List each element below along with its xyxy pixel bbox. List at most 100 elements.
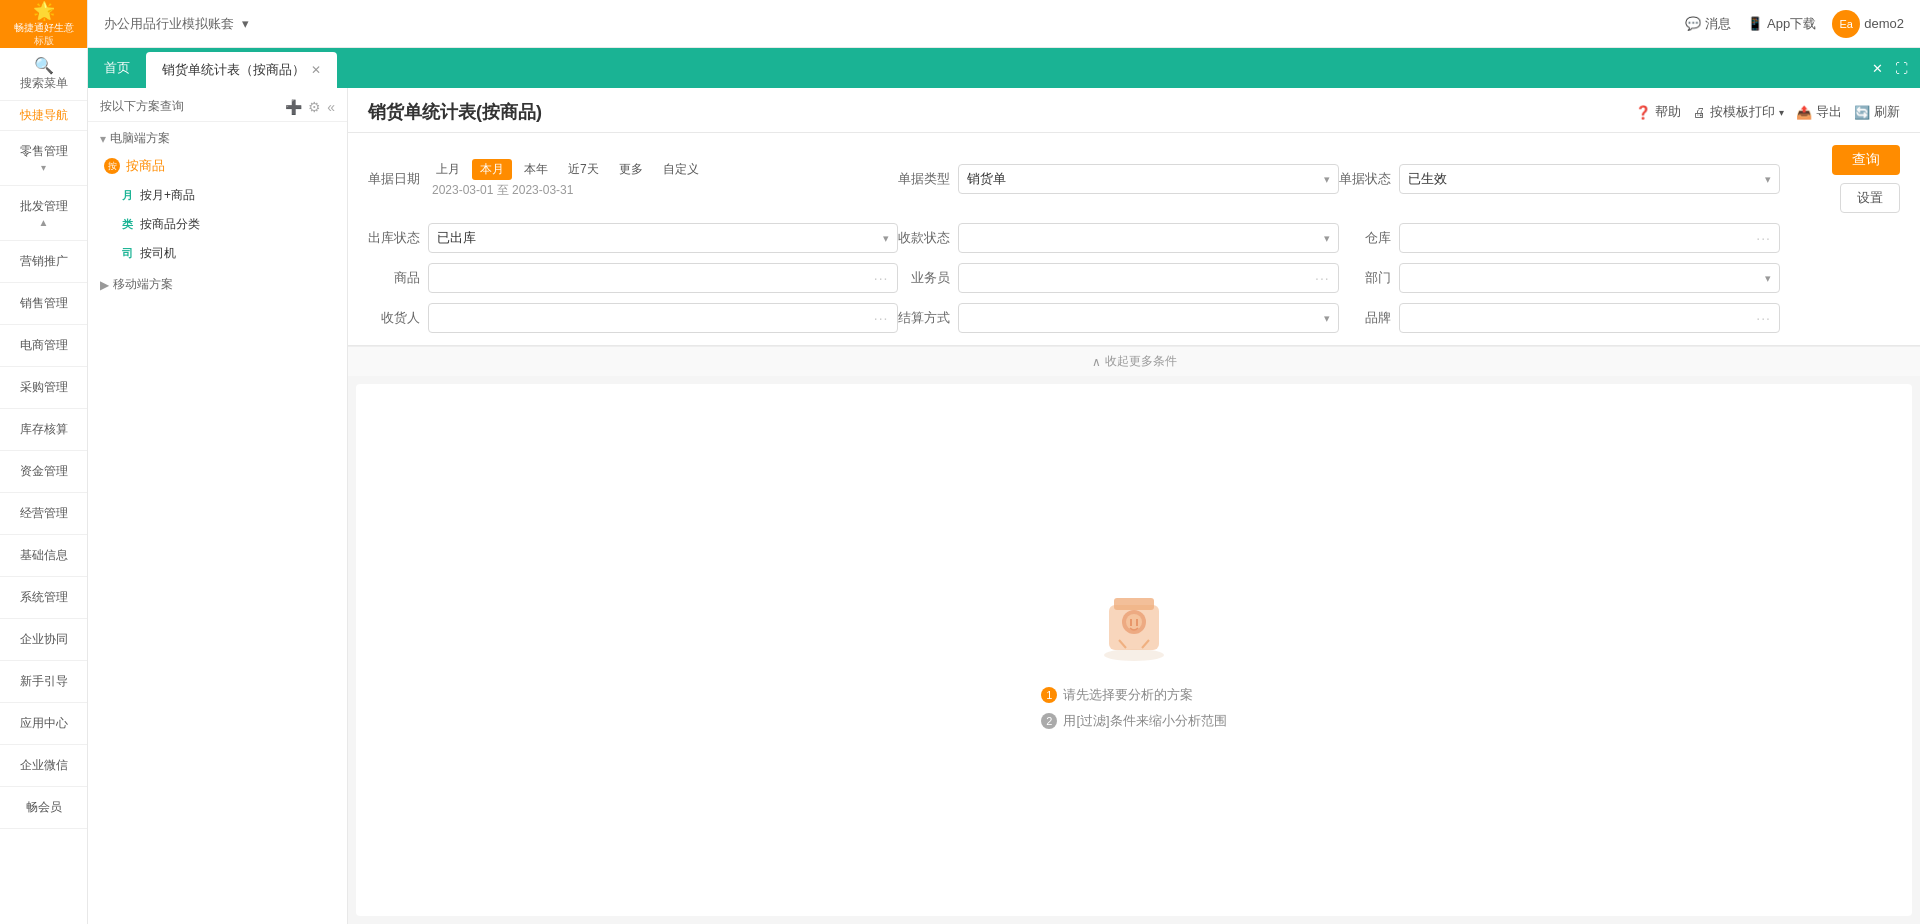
- sidebar-item-retail[interactable]: 零售管理 ▾: [0, 131, 87, 186]
- collapse-panel-icon[interactable]: «: [327, 99, 335, 115]
- date-btn-this-month[interactable]: 本月: [472, 159, 512, 180]
- brand-input[interactable]: ···: [1399, 303, 1780, 333]
- tree-item-by-category[interactable]: 类 按商品分类: [88, 210, 347, 239]
- warehouse-label: 仓库: [1339, 229, 1399, 247]
- sidebar-item-sales[interactable]: 销售管理: [0, 283, 87, 325]
- sidebar-item-appcenter[interactable]: 应用中心: [0, 703, 87, 745]
- tab-home[interactable]: 首页: [88, 48, 146, 88]
- tab-home-label: 首页: [104, 59, 130, 77]
- tree-item-by-product[interactable]: 按 按商品: [88, 151, 347, 181]
- dept-input[interactable]: ▾: [1399, 263, 1780, 293]
- sidebar-item-wholesale[interactable]: 批发管理 ▲: [0, 186, 87, 241]
- tab-sales-stat[interactable]: 销货单统计表（按商品） ✕: [146, 52, 337, 88]
- logo-text: 畅捷通好生意: [14, 22, 74, 34]
- filter-out-status: 出库状态 已出库 ▾: [368, 223, 898, 253]
- date-btn-custom[interactable]: 自定义: [655, 159, 707, 180]
- window-maximize-icon[interactable]: ⛶: [1895, 61, 1908, 76]
- warehouse-input[interactable]: ···: [1399, 223, 1780, 253]
- app-download-btn[interactable]: 📱 App下载: [1747, 15, 1816, 33]
- help-btn[interactable]: ❓ 帮助: [1635, 103, 1681, 121]
- page-title: 销货单统计表(按商品): [368, 100, 542, 124]
- quick-nav-item[interactable]: 快捷导航: [0, 101, 87, 131]
- collapse-up-icon: ∧: [1092, 355, 1101, 369]
- tree-item-by-driver[interactable]: 司 按司机: [88, 239, 347, 268]
- out-status-arrow: ▾: [883, 232, 889, 245]
- tree-item-by-month-product[interactable]: 月 按月+商品: [88, 181, 347, 210]
- product-input[interactable]: ···: [428, 263, 898, 293]
- sidebar-item-ecommerce[interactable]: 电商管理: [0, 325, 87, 367]
- receipt-status-input[interactable]: ▾: [958, 223, 1339, 253]
- sidebar-item-finance[interactable]: 资金管理: [0, 451, 87, 493]
- top-header: 办公用品行业模拟账套 ▾ 💬 消息 📱 App下载 Ea demo2: [88, 0, 1920, 48]
- edit-scheme-icon[interactable]: ⚙: [308, 99, 321, 115]
- sidebar-item-wechat[interactable]: 企业微信: [0, 745, 87, 787]
- template-print-btn[interactable]: 🖨 按模板打印 ▾: [1693, 103, 1784, 121]
- search-label: 搜索菜单: [0, 75, 87, 92]
- salesperson-input[interactable]: ···: [958, 263, 1339, 293]
- tab-bar: 首页 销货单统计表（按商品） ✕ ✕ ⛶: [88, 48, 1920, 88]
- logo-icon: 🌟: [33, 0, 55, 22]
- salesperson-label: 业务员: [898, 269, 958, 287]
- sidebar-item-marketing[interactable]: 营销推广: [0, 241, 87, 283]
- date-btn-last-month[interactable]: 上月: [428, 159, 468, 180]
- user-profile-btn[interactable]: Ea demo2: [1832, 10, 1904, 38]
- sidebar-item-enterprise[interactable]: 企业协同: [0, 619, 87, 661]
- message-icon: 💬: [1685, 16, 1701, 31]
- set-button[interactable]: 设置: [1840, 183, 1900, 213]
- recipient-input[interactable]: ···: [428, 303, 898, 333]
- sidebar-logo[interactable]: 🌟 畅捷通好生意 标版: [0, 0, 87, 48]
- export-btn[interactable]: 📤 导出: [1796, 103, 1842, 121]
- add-scheme-icon[interactable]: ➕: [285, 99, 302, 115]
- doc-type-value: 销货单: [967, 170, 1006, 188]
- left-panel-title: 按以下方案查询: [100, 98, 184, 115]
- brand-dots: ···: [1756, 310, 1771, 326]
- wholesale-label: 批发管理: [20, 198, 68, 215]
- content-area: 按以下方案查询 ➕ ⚙ « ▾ 电脑端方案 按 按商品 月 按月+商: [88, 88, 1920, 924]
- filter-receipt-status: 收款状态 ▾: [898, 223, 1339, 253]
- date-btn-this-year[interactable]: 本年: [516, 159, 556, 180]
- message-btn[interactable]: 💬 消息: [1685, 15, 1731, 33]
- sidebar-item-operation[interactable]: 经营管理: [0, 493, 87, 535]
- sidebar-item-inventory[interactable]: 库存核算: [0, 409, 87, 451]
- query-button[interactable]: 查询: [1832, 145, 1900, 175]
- message-label: 消息: [1705, 15, 1731, 33]
- filter-recipient: 收货人 ···: [368, 303, 898, 333]
- brand-label: 品牌: [1339, 309, 1399, 327]
- doc-status-input[interactable]: 已生效 ▾: [1399, 164, 1780, 194]
- collapse-bar[interactable]: ∧ 收起更多条件: [348, 346, 1920, 376]
- help-label: 帮助: [1655, 103, 1681, 121]
- tip-1: 1 请先选择要分析的方案: [1041, 686, 1226, 704]
- driver-label: 按司机: [140, 245, 176, 262]
- svg-point-0: [1104, 649, 1164, 661]
- pc-section[interactable]: ▾ 电脑端方案: [88, 122, 347, 151]
- tip-1-label: 请先选择要分析的方案: [1063, 686, 1193, 704]
- tab-close-icon[interactable]: ✕: [311, 63, 321, 77]
- appcenter-label: 应用中心: [20, 715, 68, 732]
- app-download-label: App下载: [1767, 15, 1816, 33]
- driver-icon: 司: [120, 247, 134, 261]
- sidebar-item-purchase[interactable]: 采购管理: [0, 367, 87, 409]
- mobile-section[interactable]: ▶ 移动端方案: [88, 268, 347, 297]
- search-menu-item[interactable]: 🔍 搜索菜单: [0, 48, 87, 101]
- operation-label: 经营管理: [20, 505, 68, 522]
- by-product-icon: 按: [104, 158, 120, 174]
- out-status-input[interactable]: 已出库 ▾: [428, 223, 898, 253]
- panel-header-icons: ➕ ⚙ «: [285, 99, 335, 115]
- month-product-icon: 月: [120, 189, 134, 203]
- sidebar-item-guide[interactable]: 新手引导: [0, 661, 87, 703]
- filter-warehouse: 仓库 ···: [1339, 223, 1780, 253]
- sidebar-item-basic[interactable]: 基础信息: [0, 535, 87, 577]
- tab-sales-stat-label: 销货单统计表（按商品）: [162, 61, 305, 79]
- window-close-icon[interactable]: ✕: [1872, 61, 1883, 76]
- doc-type-input[interactable]: 销货单 ▾: [958, 164, 1339, 194]
- print-arrow[interactable]: ▾: [1779, 107, 1784, 118]
- out-status-label: 出库状态: [368, 229, 428, 247]
- sidebar-item-member[interactable]: 畅会员: [0, 787, 87, 829]
- nav-arrow[interactable]: ▾: [242, 16, 249, 31]
- right-panel: 销货单统计表(按商品) ❓ 帮助 🖨 按模板打印 ▾ 📤 导出: [348, 88, 1920, 924]
- payment-input[interactable]: ▾: [958, 303, 1339, 333]
- date-btn-7days[interactable]: 近7天: [560, 159, 607, 180]
- sidebar-item-system[interactable]: 系统管理: [0, 577, 87, 619]
- refresh-btn[interactable]: 🔄 刷新: [1854, 103, 1900, 121]
- date-btn-more[interactable]: 更多: [611, 159, 651, 180]
